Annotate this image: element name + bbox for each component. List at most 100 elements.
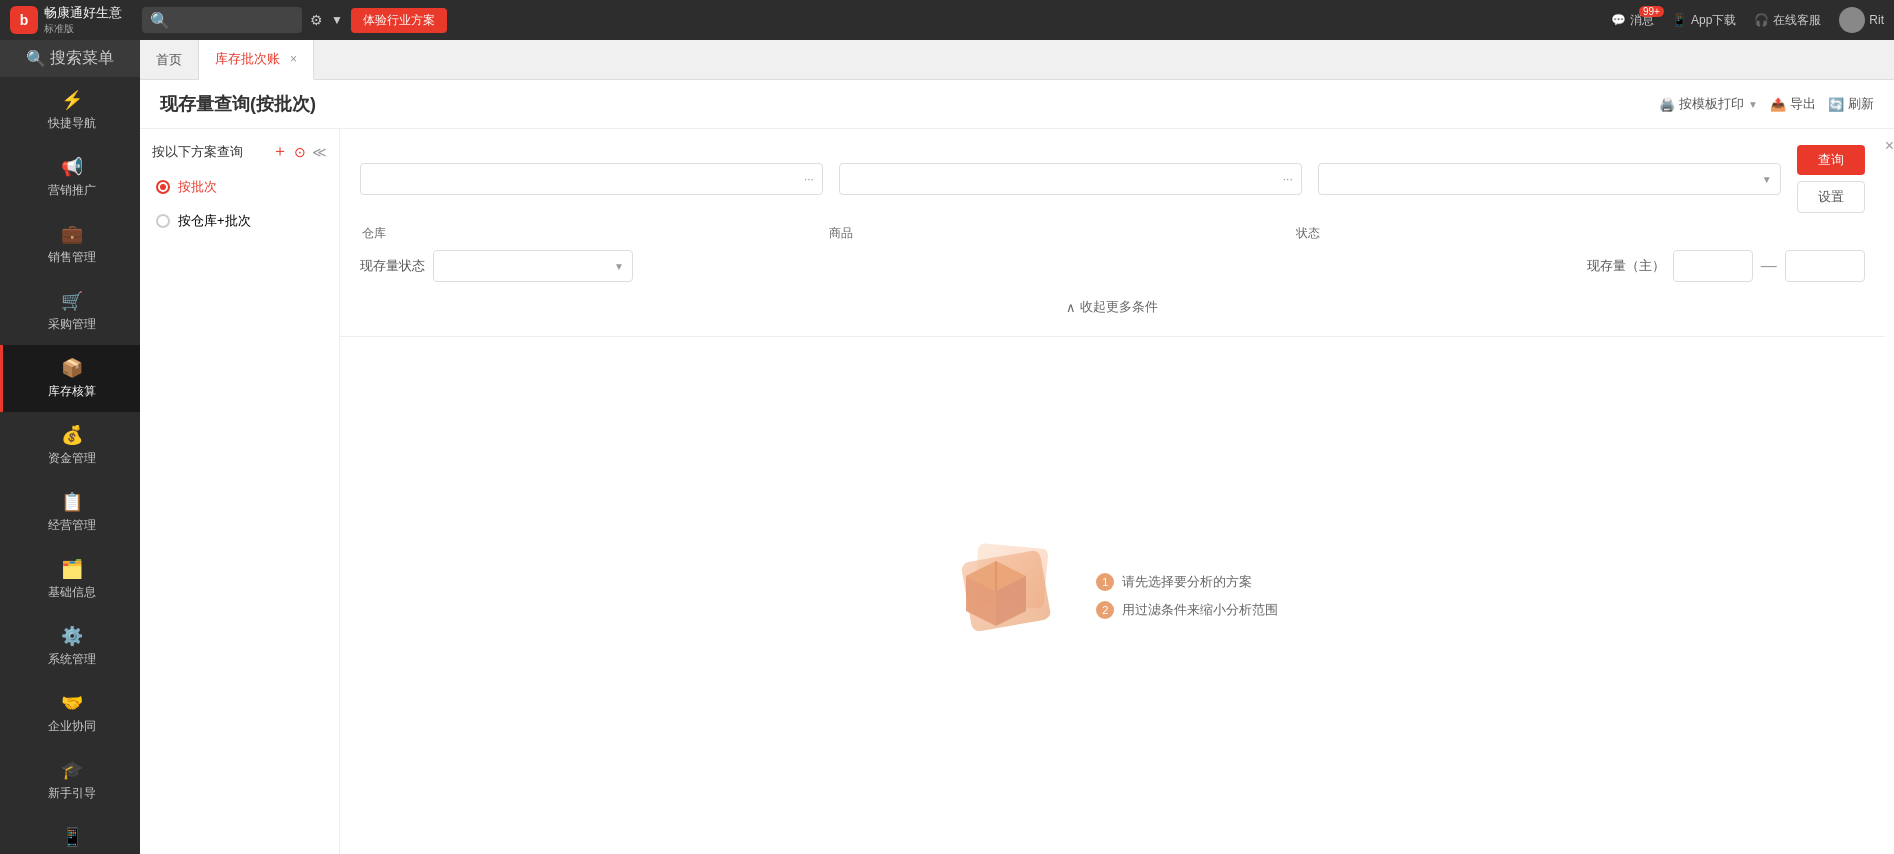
quantity-from-input[interactable] xyxy=(1673,250,1753,282)
filter-radio-batch xyxy=(156,180,170,194)
page-header: 现存量查询(按批次) 🖨️ 按模板打印 ▼ 📤 导出 🔄 刷新 xyxy=(140,80,1894,129)
sidebar-item-apps[interactable]: 📱 应用中心 xyxy=(0,814,140,854)
headset-icon: 🎧 xyxy=(1754,13,1769,27)
tab-inventory-batch-label: 库存批次账 xyxy=(215,50,280,68)
warehouse-field: ··· xyxy=(360,163,823,195)
print-btn[interactable]: 🖨️ 按模板打印 ▼ xyxy=(1659,95,1758,113)
sidebar-item-inventory[interactable]: 📦 库存核算 xyxy=(0,345,140,412)
basics-icon: 🗂️ xyxy=(61,558,83,580)
sidebar-item-newbie[interactable]: 🎓 新手引导 xyxy=(0,747,140,814)
right-close-panel: × xyxy=(1885,129,1894,854)
goods-input[interactable] xyxy=(848,172,1283,187)
top-search-bar[interactable]: 🔍 xyxy=(142,7,302,33)
sidebar-label-newbie: 新手引导 xyxy=(48,785,96,802)
filter-add-btn[interactable]: ＋ xyxy=(272,141,288,162)
quantity-separator: — xyxy=(1761,257,1777,275)
dropdown-arrow-icon: ▼ xyxy=(331,13,343,27)
user-avatar-area[interactable]: Rit xyxy=(1839,7,1884,33)
top-header: b 畅康通好生意 标准版 🔍 ⚙ ▼ 体验行业方案 💬 消息 99+ 📱 App… xyxy=(0,0,1894,40)
sidebar-item-sales[interactable]: 💼 销售管理 xyxy=(0,211,140,278)
goods-field-label: 商品 xyxy=(827,225,1278,242)
sidebar-search[interactable]: 🔍 搜索菜单 xyxy=(0,40,140,77)
chevron-up-icon: ∧ xyxy=(1066,300,1076,315)
sidebar-item-enterprise[interactable]: 🤝 企业协同 xyxy=(0,680,140,747)
query-form: ··· 仓库 ··· xyxy=(340,129,1885,337)
filter-item-batch[interactable]: 按批次 xyxy=(140,170,339,204)
sidebar-search-label: 搜索菜单 xyxy=(50,48,114,69)
page-title: 现存量查询(按批次) xyxy=(160,92,316,116)
sidebar-item-basics[interactable]: 🗂️ 基础信息 xyxy=(0,546,140,613)
export-icon: 📤 xyxy=(1770,97,1786,112)
goods-field: ··· xyxy=(839,163,1302,195)
empty-illustration xyxy=(946,536,1066,656)
sidebar-item-quick-nav[interactable]: ⚡ 快捷导航 xyxy=(0,77,140,144)
settings-button[interactable]: 设置 xyxy=(1797,181,1865,213)
sidebar-label-operations: 经营管理 xyxy=(48,517,96,534)
warehouse-more-icon[interactable]: ··· xyxy=(804,172,814,186)
print-dropdown-icon: ▼ xyxy=(1748,99,1758,110)
inventory-status-dropdown[interactable]: ▼ xyxy=(433,250,633,282)
warehouse-input[interactable] xyxy=(369,172,804,187)
status-field-label: 状态 xyxy=(1294,225,1745,242)
inventory-status-arrow: ▼ xyxy=(614,261,624,272)
refresh-btn[interactable]: 🔄 刷新 xyxy=(1828,95,1874,113)
username: Rit xyxy=(1869,13,1884,27)
status-select[interactable]: ▼ xyxy=(1318,163,1781,195)
newbie-icon: 🎓 xyxy=(61,759,83,781)
quick-nav-icon: ⚡ xyxy=(61,89,83,111)
search-icon: 🔍 xyxy=(150,11,170,30)
header-right: 💬 消息 99+ 📱 App下载 🎧 在线客服 Rit xyxy=(1611,7,1884,33)
empty-tips: 1 请先选择要分析的方案 2 用过滤条件来缩小分析范围 xyxy=(1096,573,1278,619)
warehouse-input-wrapper[interactable]: ··· xyxy=(360,163,823,195)
logo-icon: b xyxy=(10,6,38,34)
sidebar-item-marketing[interactable]: 📢 营销推广 xyxy=(0,144,140,211)
quantity-label: 现存量（主） xyxy=(1587,257,1665,275)
sidebar-label-sales: 销售管理 xyxy=(48,249,96,266)
top-search-input[interactable] xyxy=(174,13,284,27)
sidebar-label-inventory: 库存核算 xyxy=(48,383,96,400)
sidebar-label-system: 系统管理 xyxy=(48,651,96,668)
quantity-to-input[interactable] xyxy=(1785,250,1865,282)
sidebar-item-finance[interactable]: 💰 资金管理 xyxy=(0,412,140,479)
export-btn[interactable]: 📤 导出 xyxy=(1770,95,1816,113)
filter-label-warehouse-batch: 按仓库+批次 xyxy=(178,212,251,230)
page-body: 按以下方案查询 ＋ ⊙ ≪ 按批次 按仓库+批次 xyxy=(140,129,1894,854)
filter-collapse-btn[interactable]: ≪ xyxy=(312,144,327,160)
sidebar-label-marketing: 营销推广 xyxy=(48,182,96,199)
refresh-label: 刷新 xyxy=(1848,95,1874,113)
filter-item-warehouse-batch[interactable]: 按仓库+批次 xyxy=(140,204,339,238)
app-version: 标准版 xyxy=(44,22,122,36)
goods-input-wrapper[interactable]: ··· xyxy=(839,163,1302,195)
app-download-btn[interactable]: 📱 App下载 xyxy=(1672,12,1736,29)
empty-tip-1: 1 请先选择要分析的方案 xyxy=(1096,573,1278,591)
tab-close-icon[interactable]: × xyxy=(290,52,297,66)
status-dropdown-arrow: ▼ xyxy=(1762,174,1772,185)
app-download-label: App下载 xyxy=(1691,12,1736,29)
enterprise-icon: 🤝 xyxy=(61,692,83,714)
sidebar-item-operations[interactable]: 📋 经营管理 xyxy=(0,479,140,546)
filter-settings-btn[interactable]: ⊙ xyxy=(294,144,306,160)
settings-icon-btn[interactable]: ⚙ xyxy=(310,12,323,28)
message-icon: 💬 xyxy=(1611,13,1626,27)
online-service-btn[interactable]: 🎧 在线客服 xyxy=(1754,12,1821,29)
collapse-more-btn[interactable]: ∧ 收起更多条件 xyxy=(360,294,1865,320)
apps-icon: 📱 xyxy=(61,826,83,848)
query-row-1: ··· 仓库 ··· xyxy=(360,145,1865,213)
message-badge: 99+ xyxy=(1639,6,1664,17)
close-panel-btn[interactable]: × xyxy=(1885,137,1894,155)
message-btn[interactable]: 💬 消息 99+ xyxy=(1611,12,1654,29)
query-area: ··· 仓库 ··· xyxy=(340,129,1885,854)
refresh-icon: 🔄 xyxy=(1828,97,1844,112)
print-label: 按模板打印 xyxy=(1679,95,1744,113)
sidebar-item-purchase[interactable]: 🛒 采购管理 xyxy=(0,278,140,345)
query-button[interactable]: 查询 xyxy=(1797,145,1865,175)
query-row-2: 现存量状态 ▼ 现存量（主） — xyxy=(360,250,1865,282)
content-area: 首页 库存批次账 × 现存量查询(按批次) 🖨️ 按模板打印 ▼ xyxy=(140,40,1894,854)
inventory-icon: 📦 xyxy=(61,357,83,379)
sidebar: 🔍 搜索菜单 ⚡ 快捷导航 📢 营销推广 💼 销售管理 🛒 采购管理 📦 库存核… xyxy=(0,40,140,854)
goods-more-icon[interactable]: ··· xyxy=(1283,172,1293,186)
tab-home[interactable]: 首页 xyxy=(140,40,199,80)
tab-inventory-batch[interactable]: 库存批次账 × xyxy=(199,40,314,80)
sidebar-item-system[interactable]: ⚙️ 系统管理 xyxy=(0,613,140,680)
industry-btn[interactable]: 体验行业方案 xyxy=(351,8,447,33)
